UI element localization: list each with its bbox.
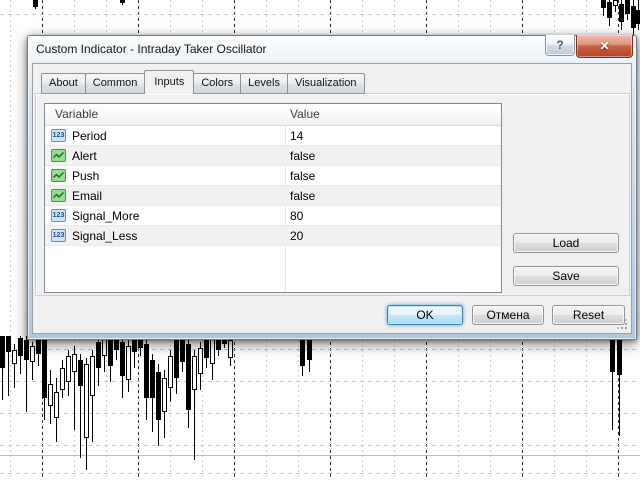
- gridline-vertical: [10, 0, 11, 480]
- parameter-name: Period: [72, 129, 107, 143]
- gridline-horizontal: [0, 381, 640, 382]
- table-header: Variable Value: [45, 104, 501, 126]
- tab-inputs[interactable]: Inputs: [144, 70, 195, 94]
- parameter-value[interactable]: 80: [290, 206, 303, 226]
- custom-indicator-dialog: Custom Indicator - Intraday Taker Oscill…: [27, 35, 637, 340]
- integer-parameter-icon: 123: [51, 229, 66, 242]
- integer-parameter-icon: 123: [51, 129, 66, 142]
- row-alert[interactable]: Alert false: [45, 146, 501, 166]
- gridline-horizontal: [0, 413, 640, 414]
- ok-button[interactable]: OK: [387, 305, 463, 325]
- tab-strip: About Common Inputs Colors Levels Visualizati…: [41, 70, 365, 94]
- help-button[interactable]: ?: [545, 35, 575, 56]
- inputs-tab-page: Variable Value 123 Period 14 Alert false Push…: [35, 93, 630, 296]
- tab-visualization[interactable]: Visualization: [286, 73, 365, 94]
- dialog-client-area: About Common Inputs Colors Levels Visualizati…: [32, 63, 632, 334]
- parameter-value[interactable]: 20: [290, 226, 303, 246]
- save-button[interactable]: Save: [513, 266, 619, 286]
- column-header-value: Value: [290, 107, 320, 121]
- dialog-title: Custom Indicator - Intraday Taker Oscill…: [36, 42, 267, 56]
- row-period[interactable]: 123 Period 14: [45, 126, 501, 146]
- resize-grip[interactable]: [625, 327, 627, 329]
- inputs-table: Variable Value 123 Period 14 Alert false Push…: [44, 103, 502, 293]
- boolean-parameter-icon: [51, 189, 66, 202]
- price-level-line: [0, 455, 640, 456]
- load-button[interactable]: Load: [513, 233, 619, 253]
- parameter-value[interactable]: false: [290, 186, 315, 206]
- mt4-chart-window: Custom Indicator - Intraday Taker Oscill…: [0, 0, 640, 480]
- integer-parameter-icon: 123: [51, 209, 66, 222]
- cancel-button[interactable]: Отмена: [472, 305, 544, 325]
- gridline-horizontal: [0, 473, 640, 474]
- parameter-name: Alert: [72, 149, 97, 163]
- parameter-name: Signal_More: [72, 209, 140, 223]
- column-header-variable: Variable: [55, 107, 99, 121]
- row-email[interactable]: Email false: [45, 186, 501, 206]
- gridline-horizontal: [0, 14, 640, 15]
- tab-about[interactable]: About: [41, 73, 86, 94]
- parameter-name: Push: [72, 169, 100, 183]
- boolean-parameter-icon: [51, 149, 66, 162]
- row-signal_less[interactable]: 123 Signal_Less 20: [45, 226, 501, 246]
- row-signal_more[interactable]: 123 Signal_More 80: [45, 206, 501, 226]
- parameter-name: Signal_Less: [72, 229, 138, 243]
- parameter-value[interactable]: false: [290, 166, 315, 186]
- parameter-name: Email: [72, 189, 103, 203]
- tab-common[interactable]: Common: [84, 73, 146, 94]
- reset-button[interactable]: Reset: [552, 305, 625, 325]
- tab-colors[interactable]: Colors: [193, 73, 242, 94]
- gridline-horizontal: [0, 445, 640, 446]
- parameter-value[interactable]: false: [290, 146, 315, 166]
- tab-levels[interactable]: Levels: [240, 73, 288, 94]
- close-icon[interactable]: ✕: [576, 35, 633, 58]
- row-push[interactable]: Push false: [45, 166, 501, 186]
- parameter-value[interactable]: 14: [290, 126, 303, 146]
- boolean-parameter-icon: [51, 169, 66, 182]
